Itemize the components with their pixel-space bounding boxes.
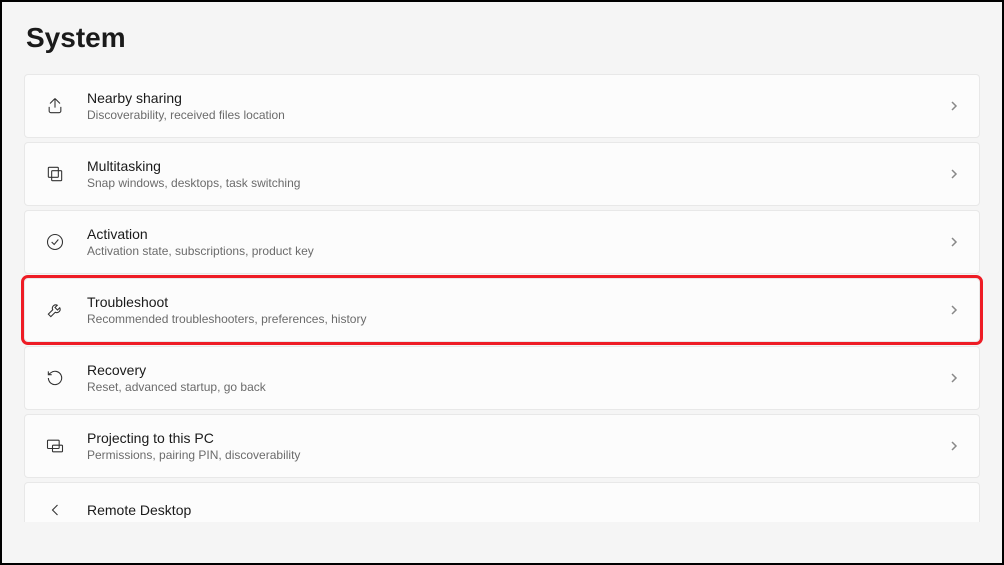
setting-text: Recovery Reset, advanced startup, go bac… [87, 362, 947, 394]
setting-text: Activation Activation state, subscriptio… [87, 226, 947, 258]
setting-desc: Recommended troubleshooters, preferences… [87, 312, 947, 326]
chevron-right-icon [947, 235, 961, 249]
setting-title: Recovery [87, 362, 947, 378]
settings-list: Nearby sharing Discoverability, received… [24, 74, 980, 522]
setting-item-activation[interactable]: Activation Activation state, subscriptio… [24, 210, 980, 274]
chevron-right-icon [947, 99, 961, 113]
setting-item-troubleshoot[interactable]: Troubleshoot Recommended troubleshooters… [24, 278, 980, 342]
setting-title: Remote Desktop [87, 502, 961, 518]
setting-title: Multitasking [87, 158, 947, 174]
share-icon [43, 94, 67, 118]
setting-item-remote-desktop[interactable]: Remote Desktop [24, 482, 980, 522]
setting-item-nearby-sharing[interactable]: Nearby sharing Discoverability, received… [24, 74, 980, 138]
check-circle-icon [43, 230, 67, 254]
system-settings-page: System Nearby sharing Discoverability, r… [2, 2, 1002, 522]
setting-desc: Activation state, subscriptions, product… [87, 244, 947, 258]
setting-text: Troubleshoot Recommended troubleshooters… [87, 294, 947, 326]
setting-text: Multitasking Snap windows, desktops, tas… [87, 158, 947, 190]
setting-item-multitasking[interactable]: Multitasking Snap windows, desktops, tas… [24, 142, 980, 206]
setting-desc: Discoverability, received files location [87, 108, 947, 122]
chevron-right-icon [947, 167, 961, 181]
wrench-icon [43, 298, 67, 322]
setting-text: Remote Desktop [87, 502, 961, 518]
remote-icon [43, 498, 67, 522]
project-icon [43, 434, 67, 458]
recovery-icon [43, 366, 67, 390]
setting-title: Nearby sharing [87, 90, 947, 106]
chevron-right-icon [947, 439, 961, 453]
setting-desc: Permissions, pairing PIN, discoverabilit… [87, 448, 947, 462]
multitask-icon [43, 162, 67, 186]
setting-item-recovery[interactable]: Recovery Reset, advanced startup, go bac… [24, 346, 980, 410]
page-title: System [24, 22, 980, 54]
setting-title: Troubleshoot [87, 294, 947, 310]
setting-desc: Reset, advanced startup, go back [87, 380, 947, 394]
setting-title: Activation [87, 226, 947, 242]
setting-title: Projecting to this PC [87, 430, 947, 446]
setting-text: Projecting to this PC Permissions, pairi… [87, 430, 947, 462]
chevron-right-icon [947, 371, 961, 385]
setting-desc: Snap windows, desktops, task switching [87, 176, 947, 190]
chevron-right-icon [947, 303, 961, 317]
setting-text: Nearby sharing Discoverability, received… [87, 90, 947, 122]
setting-item-projecting[interactable]: Projecting to this PC Permissions, pairi… [24, 414, 980, 478]
